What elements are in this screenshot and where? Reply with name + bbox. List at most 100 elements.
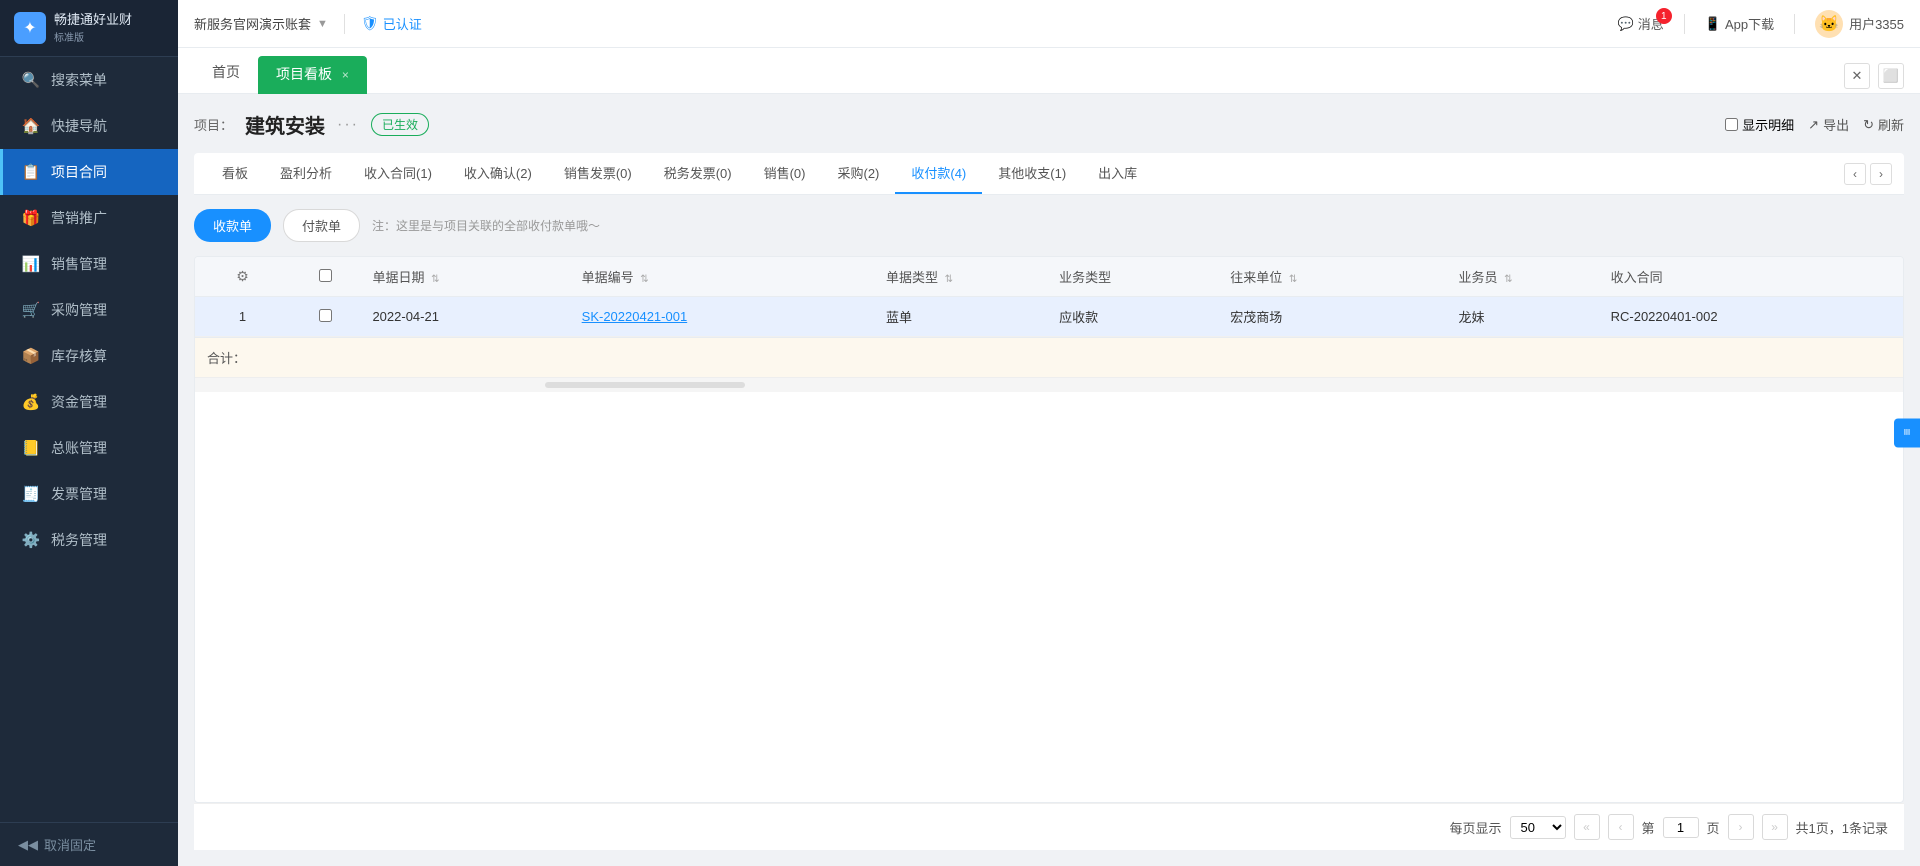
message-button[interactable]: 💬 消息 1 <box>1618 14 1664 33</box>
sidebar-item-project[interactable]: 📋 项目合同 <box>0 149 178 195</box>
tab-maximize-button[interactable]: ⬜ <box>1878 63 1904 89</box>
col-staff-header: 业务员 ⇅ <box>1446 257 1598 297</box>
sidebar-item-sales[interactable]: 📊 销售管理 <box>0 241 178 287</box>
col-no-label: 单据编号 <box>582 270 634 285</box>
app-edition: 标准版 <box>54 29 132 44</box>
tab-close-icon[interactable]: × <box>342 68 349 82</box>
row-contract: RC-20220401-002 <box>1599 297 1903 337</box>
sidebar-item-ledger[interactable]: 📒 总账管理 <box>0 425 178 471</box>
project-more-button[interactable]: ··· <box>337 116 359 134</box>
col-biz-header: 业务类型 <box>1047 257 1218 297</box>
select-all-checkbox[interactable] <box>319 269 332 282</box>
page-number-input[interactable] <box>1663 817 1699 838</box>
sidebar-item-search-label: 搜索菜单 <box>51 70 107 90</box>
table-header-row: ⚙ 单据日期 ⇅ 单据编号 ⇅ <box>195 257 1903 297</box>
sub-tab-prev-arrow[interactable]: ‹ <box>1844 163 1866 185</box>
page-summary: 共1页，1条记录 <box>1796 818 1888 837</box>
sidebar-item-capital[interactable]: 💰 资金管理 <box>0 379 178 425</box>
sub-tab-payment-label: 收付款(4) <box>911 166 966 181</box>
sub-tab-purchase[interactable]: 采购(2) <box>821 153 895 194</box>
page-next-button[interactable]: › <box>1728 814 1754 840</box>
sidebar-item-marketing[interactable]: 🎁 营销推广 <box>0 195 178 241</box>
tab-home[interactable]: 首页 <box>194 52 258 94</box>
sub-tab-tax-invoice[interactable]: 税务发票(0) <box>648 153 748 194</box>
sidebar-item-purchase[interactable]: 🛒 采购管理 <box>0 287 178 333</box>
project-title-prefix: 项目： <box>194 115 233 134</box>
inventory-icon: 📦 <box>21 346 41 366</box>
cancel-fixed-button[interactable]: ◀◀ 取消固定 <box>0 822 178 866</box>
show-detail-toggle[interactable]: 显示明细 <box>1725 115 1794 134</box>
export-button[interactable]: ↗ 导出 <box>1808 115 1849 134</box>
sub-tab-sales-invoice[interactable]: 销售发票(0) <box>548 153 648 194</box>
app-download-label: App下载 <box>1725 14 1774 33</box>
sidebar-item-search[interactable]: 🔍 搜索菜单 <box>0 57 178 103</box>
col-contract-label: 收入合同 <box>1611 270 1663 285</box>
col-biz-label: 业务类型 <box>1059 270 1111 285</box>
purchase-icon: 🛒 <box>21 300 41 320</box>
certified-label: 已认证 <box>383 14 422 33</box>
sidebar-item-marketing-label: 营销推广 <box>51 208 107 228</box>
home-icon: 🏠 <box>21 116 41 136</box>
sub-tab-sales[interactable]: 销售(0) <box>748 153 822 194</box>
col-no-header: 单据编号 ⇅ <box>570 257 874 297</box>
col-date-sort-icon[interactable]: ⇅ <box>431 274 439 285</box>
row-num: 1 <box>195 297 290 337</box>
sub-tab-inout[interactable]: 出入库 <box>1082 153 1153 194</box>
col-date-header: 单据日期 ⇅ <box>360 257 569 297</box>
payment-tab-button[interactable]: 付款单 <box>283 209 360 242</box>
show-detail-checkbox[interactable] <box>1725 118 1738 131</box>
side-action-button[interactable]: ≡ <box>1894 418 1920 447</box>
sub-tab-profit-label: 盈利分析 <box>280 166 332 181</box>
sidebar-item-inventory[interactable]: 📦 库存核算 <box>0 333 178 379</box>
col-staff-sort-icon[interactable]: ⇅ <box>1504 274 1512 285</box>
sub-tab-profit[interactable]: 盈利分析 <box>264 153 348 194</box>
row-checkbox[interactable] <box>319 309 332 322</box>
col-unit-sort-icon[interactable]: ⇅ <box>1289 274 1297 285</box>
project-icon: 📋 <box>21 162 41 182</box>
app-download-button[interactable]: 📱 App下载 <box>1705 14 1774 33</box>
page-size-label: 每页显示 <box>1449 818 1501 837</box>
pin-left-icon: ◀◀ <box>18 837 38 853</box>
sub-tab-next-arrow[interactable]: › <box>1870 163 1892 185</box>
sub-tab-payment[interactable]: 收付款(4) <box>895 153 982 194</box>
sub-tab-income-confirm[interactable]: 收入确认(2) <box>448 153 548 194</box>
sidebar-item-invoice[interactable]: 🧾 发票管理 <box>0 471 178 517</box>
refresh-button[interactable]: ↻ 刷新 <box>1863 115 1904 134</box>
sub-tab-income-contract[interactable]: 收入合同(1) <box>348 153 448 194</box>
col-contract-header: 收入合同 <box>1599 257 1903 297</box>
certified-badge: 🛡 已认证 <box>361 14 422 33</box>
col-type-sort-icon[interactable]: ⇅ <box>945 274 953 285</box>
user-menu[interactable]: 🐱 用户3355 <box>1815 10 1904 38</box>
sub-tabs-bar: 看板 盈利分析 收入合同(1) 收入确认(2) 销售发票(0) 税务发票(0) … <box>194 153 1904 195</box>
sub-tab-other[interactable]: 其他收支(1) <box>982 153 1082 194</box>
sidebar-item-tax[interactable]: ⚙️ 税务管理 <box>0 517 178 563</box>
sub-tab-income-confirm-label: 收入确认(2) <box>464 166 532 181</box>
page-last-button[interactable]: » <box>1762 814 1788 840</box>
collection-tab-button[interactable]: 收款单 <box>194 209 271 242</box>
table-scrollbar[interactable] <box>545 382 745 388</box>
tab-close-button[interactable]: ✕ <box>1844 63 1870 89</box>
user-avatar: 🐱 <box>1815 10 1843 38</box>
account-selector[interactable]: 新服务官网演示账套 ▼ <box>194 14 328 33</box>
search-icon: 🔍 <box>21 70 41 90</box>
page-prev-button[interactable]: ‹ <box>1608 814 1634 840</box>
invoice-icon: 🧾 <box>21 484 41 504</box>
sub-tab-income-contract-label: 收入合同(1) <box>364 166 432 181</box>
sidebar-item-purchase-label: 采购管理 <box>51 300 107 320</box>
sidebar-item-shortcut[interactable]: 🏠 快捷导航 <box>0 103 178 149</box>
page-first-button[interactable]: « <box>1574 814 1600 840</box>
page-size-select[interactable]: 50 100 200 <box>1510 816 1566 839</box>
sidebar-item-tax-label: 税务管理 <box>51 530 107 550</box>
topbar-right: 💬 消息 1 📱 App下载 🐱 用户3355 <box>1618 10 1904 38</box>
sub-tab-board[interactable]: 看板 <box>206 153 264 194</box>
project-header: 项目： 建筑安装 ··· 已生效 显示明细 ↗ 导出 ↻ 刷新 <box>194 110 1904 139</box>
export-label: 导出 <box>1823 115 1849 134</box>
side-action-icon: ≡ <box>1900 428 1914 437</box>
row-no-link[interactable]: SK-20220421-001 <box>582 309 688 324</box>
settings-icon[interactable]: ⚙ <box>236 268 249 284</box>
tab-project-board[interactable]: 项目看板 × <box>258 56 367 94</box>
data-table: ⚙ 单据日期 ⇅ 单据编号 ⇅ <box>195 257 1903 337</box>
refresh-label: 刷新 <box>1878 115 1904 134</box>
col-no-sort-icon[interactable]: ⇅ <box>640 274 648 285</box>
row-no: SK-20220421-001 <box>570 297 874 337</box>
